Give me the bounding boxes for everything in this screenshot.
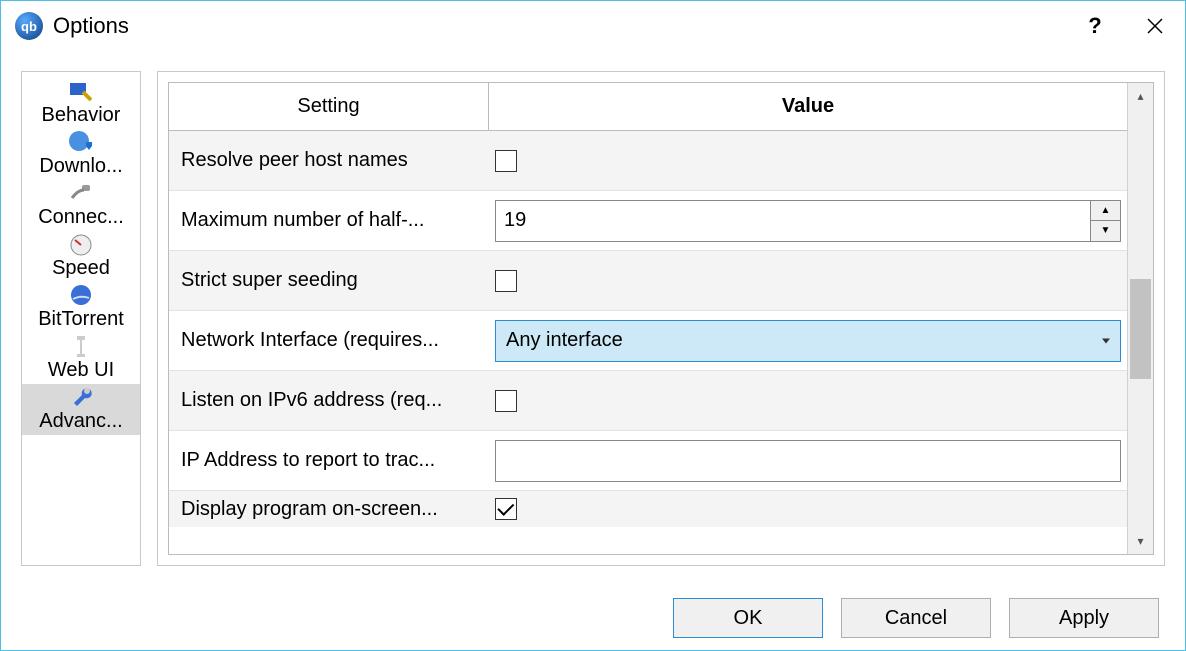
scroll-down-arrow-icon[interactable]: ▾	[1128, 528, 1153, 554]
sidebar-item-connection[interactable]: Connec...	[22, 180, 140, 231]
scroll-thumb[interactable]	[1130, 279, 1151, 379]
display-osd-checkbox[interactable]	[495, 498, 517, 520]
vertical-scrollbar[interactable]: ▴ ▾	[1127, 83, 1153, 554]
setting-label: Display program on-screen...	[169, 498, 489, 521]
ok-button[interactable]: OK	[673, 598, 823, 638]
row-resolve-peer-host-names: Resolve peer host names	[169, 131, 1127, 191]
help-button[interactable]: ?	[1065, 1, 1125, 51]
plug-icon	[66, 180, 96, 206]
category-sidebar: Behavior Downlo... Connec... Speed BitTo…	[21, 71, 141, 566]
sidebar-item-label: Advanc...	[39, 410, 122, 433]
gauge-icon	[66, 231, 96, 257]
row-display-osd: Display program on-screen...	[169, 491, 1127, 527]
tool-icon	[66, 78, 96, 104]
setting-label: Resolve peer host names	[169, 149, 489, 172]
sidebar-item-downloads[interactable]: Downlo...	[22, 129, 140, 180]
close-button[interactable]	[1125, 1, 1185, 51]
bracket-icon	[66, 333, 96, 359]
setting-label: Network Interface (requires...	[169, 329, 489, 352]
sidebar-item-bittorrent[interactable]: BitTorrent	[22, 282, 140, 333]
dialog-footer: OK Cancel Apply	[1, 586, 1185, 650]
sidebar-item-label: Connec...	[38, 206, 124, 229]
sidebar-item-behavior[interactable]: Behavior	[22, 78, 140, 129]
strict-super-seeding-checkbox[interactable]	[495, 270, 517, 292]
titlebar: qb Options ?	[1, 1, 1185, 51]
sidebar-item-label: Behavior	[42, 104, 121, 127]
globe-swirl-icon	[66, 282, 96, 308]
main-area: Behavior Downlo... Connec... Speed BitTo…	[1, 51, 1185, 586]
sidebar-item-label: Speed	[52, 257, 110, 280]
row-max-half-open: Maximum number of half-... ▲ ▼	[169, 191, 1127, 251]
app-icon: qb	[15, 12, 43, 40]
setting-label: Listen on IPv6 address (req...	[169, 389, 489, 412]
combo-value: Any interface	[506, 329, 623, 352]
settings-grid: Setting Value Resolve peer host names Ma…	[168, 82, 1154, 555]
row-network-interface: Network Interface (requires... Any inter…	[169, 311, 1127, 371]
sidebar-item-label: BitTorrent	[38, 308, 124, 331]
apply-button[interactable]: Apply	[1009, 598, 1159, 638]
listen-ipv6-checkbox[interactable]	[495, 390, 517, 412]
cancel-button[interactable]: Cancel	[841, 598, 991, 638]
ip-report-textbox[interactable]	[495, 440, 1121, 482]
max-half-open-input[interactable]	[496, 201, 1090, 241]
globe-down-icon	[66, 129, 96, 155]
setting-label: Strict super seeding	[169, 269, 489, 292]
sidebar-item-advanced[interactable]: Advanc...	[22, 384, 140, 435]
wrench-icon	[66, 384, 96, 410]
column-header-setting[interactable]: Setting	[169, 83, 489, 130]
advanced-settings-panel: Setting Value Resolve peer host names Ma…	[157, 71, 1165, 566]
row-listen-ipv6: Listen on IPv6 address (req...	[169, 371, 1127, 431]
window-title: Options	[53, 13, 129, 39]
sidebar-item-label: Web UI	[48, 359, 114, 382]
spin-up-button[interactable]: ▲	[1091, 201, 1120, 222]
row-strict-super-seeding: Strict super seeding	[169, 251, 1127, 311]
resolve-peer-checkbox[interactable]	[495, 150, 517, 172]
setting-label: Maximum number of half-...	[169, 209, 489, 232]
max-half-open-spinbox[interactable]: ▲ ▼	[495, 200, 1121, 242]
setting-label: IP Address to report to trac...	[169, 449, 489, 472]
sidebar-item-speed[interactable]: Speed	[22, 231, 140, 282]
spin-down-button[interactable]: ▼	[1091, 221, 1120, 241]
grid-header: Setting Value	[169, 83, 1127, 131]
network-interface-combo[interactable]: Any interface	[495, 320, 1121, 362]
scroll-up-arrow-icon[interactable]: ▴	[1128, 83, 1153, 109]
column-header-value[interactable]: Value	[489, 83, 1127, 130]
row-ip-report-trackers: IP Address to report to trac...	[169, 431, 1127, 491]
sidebar-item-webui[interactable]: Web UI	[22, 333, 140, 384]
sidebar-item-label: Downlo...	[39, 155, 122, 178]
scroll-track[interactable]	[1128, 109, 1153, 528]
